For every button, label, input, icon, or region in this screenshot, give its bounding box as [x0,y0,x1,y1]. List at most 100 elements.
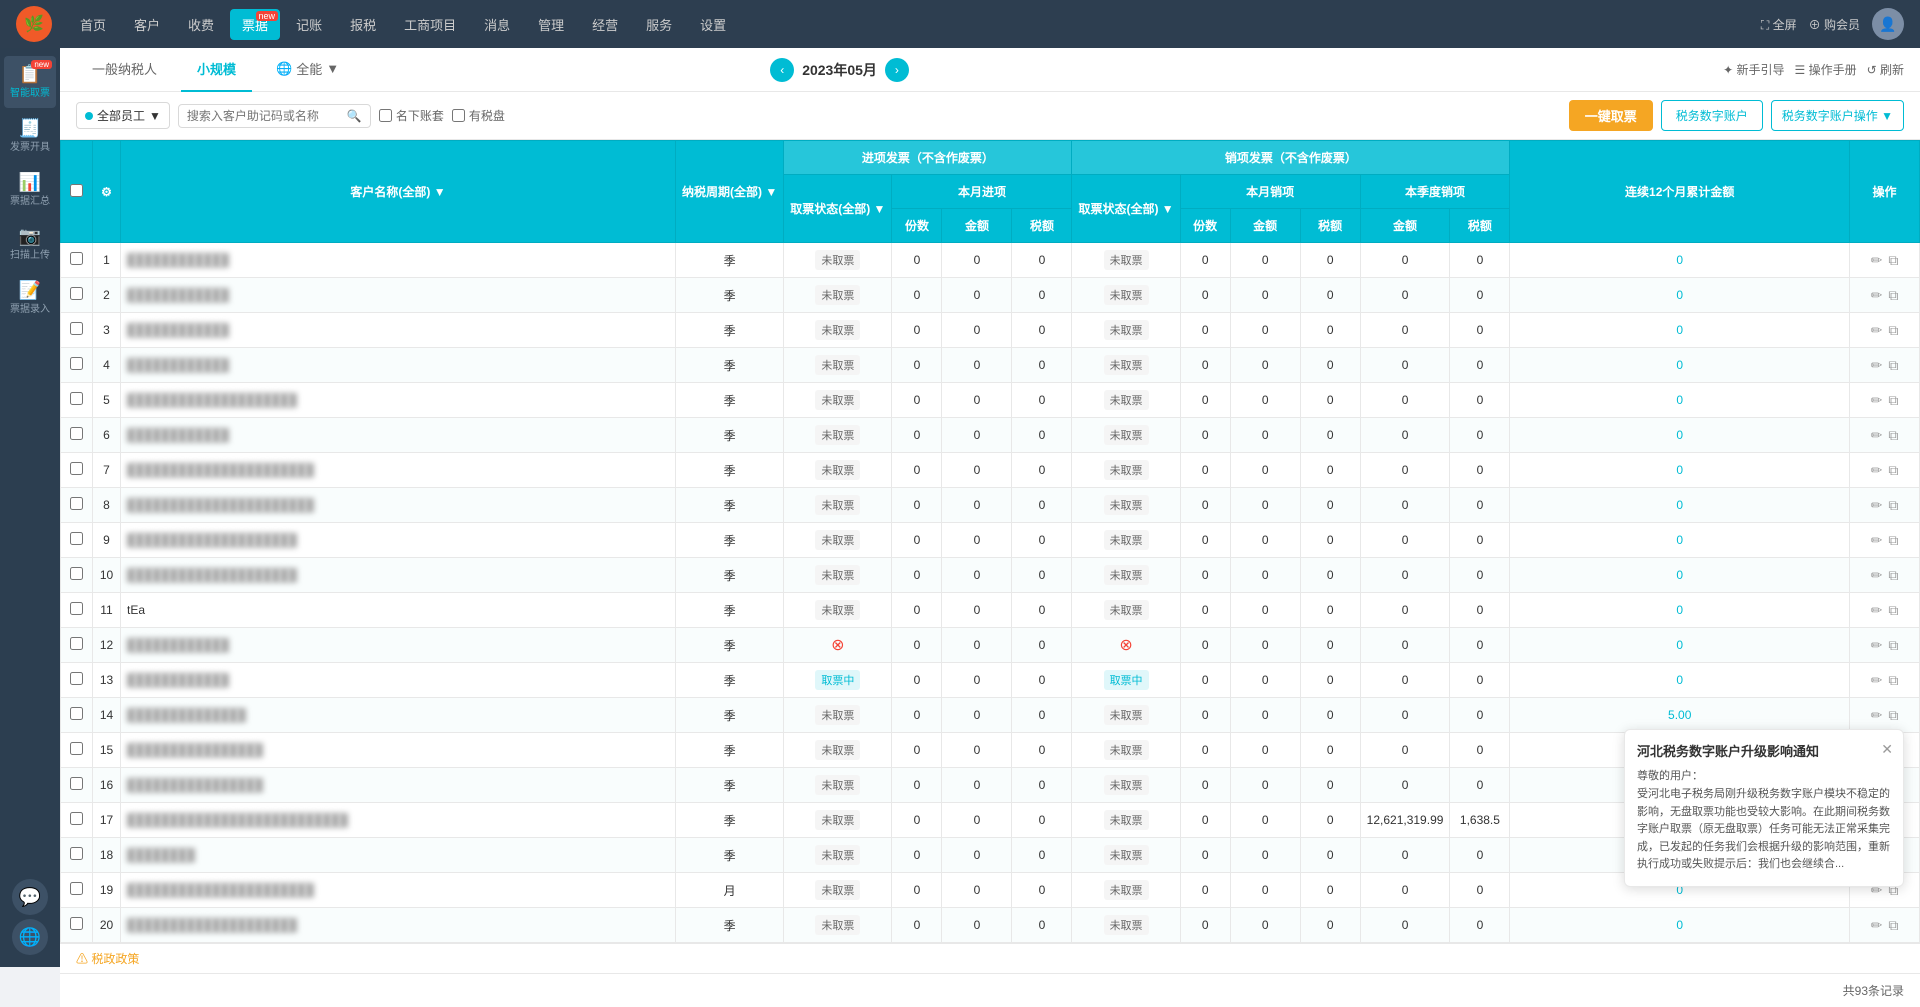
sidebar-item-invoice-summary[interactable]: 📊 票据汇总 [4,164,56,216]
copy-icon[interactable]: ⧉ [1888,287,1898,304]
chat-btn[interactable]: 💬 [12,879,48,915]
search-input[interactable] [187,109,347,123]
nav-message[interactable]: 消息 [472,9,522,40]
row-checkbox[interactable] [70,497,83,510]
nav-commerce[interactable]: 工商项目 [392,9,468,40]
nav-bookkeeping[interactable]: 记账 [284,9,334,40]
nav-home[interactable]: 首页 [68,9,118,40]
edit-icon[interactable]: ✏ [1871,462,1883,479]
sidebar-item-scan-upload[interactable]: 📷 扫描上传 [4,218,56,270]
nav-tax[interactable]: 报税 [338,9,388,40]
copy-icon[interactable]: ⧉ [1888,532,1898,549]
edit-icon[interactable]: ✏ [1871,252,1883,269]
one-click-fetch-btn[interactable]: 一键取票 [1569,100,1653,131]
edit-icon[interactable]: ✏ [1871,322,1883,339]
edit-icon[interactable]: ✏ [1871,392,1883,409]
copy-icon[interactable]: ⧉ [1888,252,1898,269]
employee-filter[interactable]: 全部员工 ▼ [76,102,170,129]
th-in-fetch-status[interactable]: 取票状态(全部) ▼ [784,175,892,243]
nav-customer[interactable]: 客户 [122,9,172,40]
row-checkbox[interactable] [70,777,83,790]
nav-settings[interactable]: 设置 [688,9,738,40]
copy-icon[interactable]: ⧉ [1888,707,1898,724]
copy-icon[interactable]: ⧉ [1888,602,1898,619]
row-checkbox[interactable] [70,322,83,335]
globe-btn[interactable]: 🌐 [12,919,48,955]
tab-general-taxpayer[interactable]: 一般纳税人 [76,47,173,92]
select-all-checkbox[interactable] [70,184,83,197]
tab-small-scale[interactable]: 小规模 [181,47,252,92]
checkbox-taxdisk[interactable]: 有税盘 [452,107,505,124]
edit-icon[interactable]: ✏ [1871,427,1883,444]
edit-icon[interactable]: ✏ [1871,357,1883,374]
copy-icon[interactable]: ⧉ [1888,917,1898,934]
row-checkbox[interactable] [70,882,83,895]
row-checkbox[interactable] [70,427,83,440]
edit-icon[interactable]: ✏ [1871,917,1883,934]
td-no: 14 [93,698,121,733]
copy-icon[interactable]: ⧉ [1888,322,1898,339]
row-checkbox[interactable] [70,847,83,860]
sidebar-item-invoice-entry[interactable]: 📝 票据录入 [4,272,56,324]
row-checkbox[interactable] [70,707,83,720]
taxdisk-checkbox[interactable] [452,109,465,122]
row-checkbox[interactable] [70,567,83,580]
copy-icon[interactable]: ⧉ [1888,672,1898,689]
checkbox-accounts[interactable]: 名下账套 [379,107,444,124]
new-guide-btn[interactable]: ✦ 新手引导 [1723,61,1784,78]
copy-icon[interactable]: ⧉ [1888,462,1898,479]
row-checkbox[interactable] [70,602,83,615]
row-checkbox[interactable] [70,637,83,650]
row-checkbox[interactable] [70,672,83,685]
nav-billing[interactable]: 收费 [176,9,226,40]
copy-icon[interactable]: ⧉ [1888,497,1898,514]
nav-operation[interactable]: 经营 [580,9,630,40]
nav-invoice[interactable]: 票据 new [230,9,280,40]
row-checkbox[interactable] [70,742,83,755]
period-next-btn[interactable]: › [885,58,909,82]
fullscreen-btn[interactable]: ⛶ 全屏 [1761,16,1797,33]
copy-icon[interactable]: ⧉ [1888,427,1898,444]
digital-account-btn[interactable]: 税务数字账户 [1661,100,1763,131]
sidebar-item-invoice-open[interactable]: 🧾 发票开具 [4,110,56,162]
accounts-checkbox[interactable] [379,109,392,122]
row-checkbox[interactable] [70,462,83,475]
row-checkbox[interactable] [70,252,83,265]
row-checkbox[interactable] [70,287,83,300]
th-tax-period[interactable]: 纳税周期(全部) ▼ [676,141,784,243]
edit-icon[interactable]: ✏ [1871,707,1883,724]
digital-account-ops-btn[interactable]: 税务数字账户操作 ▼ [1771,100,1904,131]
member-btn[interactable]: ⊕ 购会员 [1809,16,1860,33]
row-checkbox[interactable] [70,917,83,930]
client-name-blurred: ████████████ [127,638,229,652]
td-cumulative: 0 [1510,383,1850,418]
edit-icon[interactable]: ✏ [1871,287,1883,304]
edit-icon[interactable]: ✏ [1871,497,1883,514]
sidebar-item-smart-invoice[interactable]: 📋 智能取票 new [4,56,56,108]
search-icon[interactable]: 🔍 [347,109,362,123]
copy-icon[interactable]: ⧉ [1888,637,1898,654]
edit-icon[interactable]: ✏ [1871,672,1883,689]
popup-close-btn[interactable]: ✕ [1881,738,1893,760]
copy-icon[interactable]: ⧉ [1888,392,1898,409]
tax-policy-bar[interactable]: ⚠ 税政政策 [60,943,1920,973]
th-out-fetch-status[interactable]: 取票状态(全部) ▼ [1072,175,1180,243]
row-checkbox[interactable] [70,357,83,370]
nav-management[interactable]: 管理 [526,9,576,40]
edit-icon[interactable]: ✏ [1871,602,1883,619]
refresh-btn[interactable]: ↺ 刷新 [1867,61,1904,78]
tab-all[interactable]: 🌐 全能 ▼ [260,47,355,92]
nav-service[interactable]: 服务 [634,9,684,40]
copy-icon[interactable]: ⧉ [1888,357,1898,374]
row-checkbox[interactable] [70,532,83,545]
th-client-name[interactable]: 客户名称(全部) ▼ [121,141,676,243]
edit-icon[interactable]: ✏ [1871,567,1883,584]
edit-icon[interactable]: ✏ [1871,532,1883,549]
period-prev-btn[interactable]: ‹ [770,58,794,82]
row-checkbox[interactable] [70,812,83,825]
edit-icon[interactable]: ✏ [1871,637,1883,654]
row-checkbox[interactable] [70,392,83,405]
copy-icon[interactable]: ⧉ [1888,567,1898,584]
avatar[interactable]: 👤 [1872,8,1904,40]
manual-btn[interactable]: ☰ 操作手册 [1795,61,1857,78]
